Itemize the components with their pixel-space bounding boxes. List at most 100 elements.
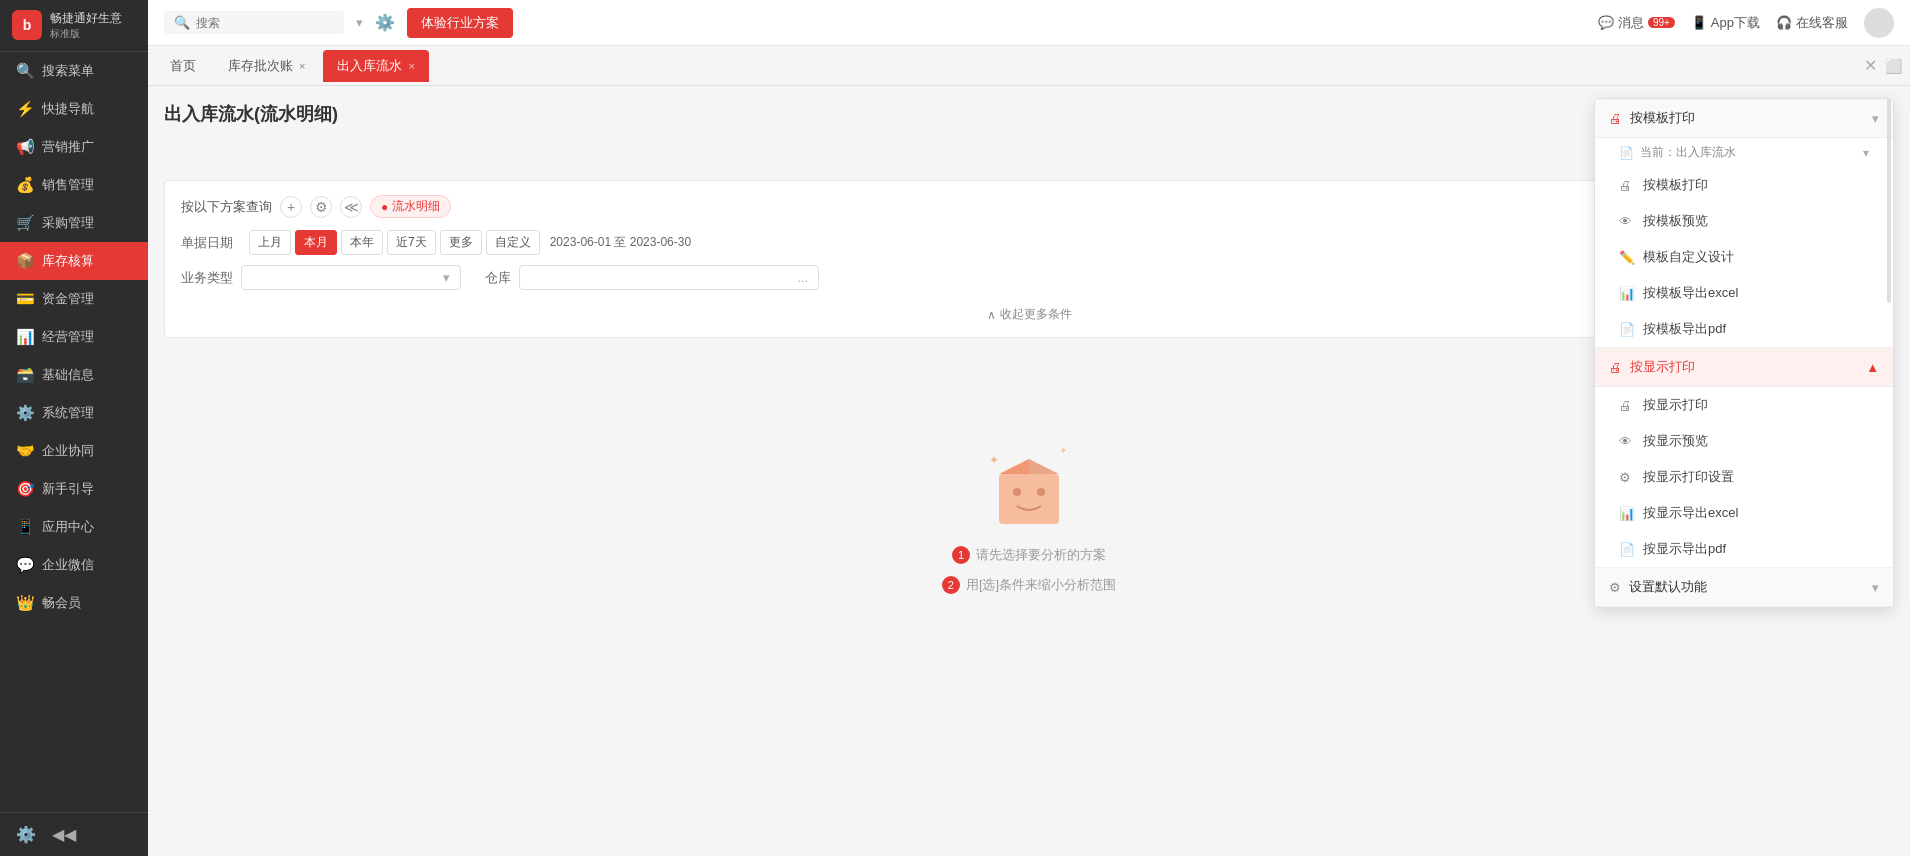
sidebar-item-label: 搜索菜单	[42, 62, 94, 80]
template-excel-item[interactable]: 📊 按模板导出excel	[1595, 275, 1893, 311]
template-print-item[interactable]: 🖨 按模板打印	[1595, 167, 1893, 203]
date-btn-7days[interactable]: 近7天	[387, 230, 436, 255]
footer-settings-icon[interactable]: ⚙️	[16, 825, 36, 844]
user-avatar[interactable]	[1864, 8, 1894, 38]
sidebar-item-base[interactable]: 🗃️ 基础信息	[0, 356, 148, 394]
template-print-section-header[interactable]: 🖨 按模板打印 ▾	[1595, 99, 1893, 138]
dropdown-scrollbar[interactable]	[1887, 99, 1891, 607]
display-preview-item[interactable]: 👁 按显示预览	[1595, 423, 1893, 459]
date-btn-last-month[interactable]: 上月	[249, 230, 291, 255]
online-service-btn[interactable]: 🎧 在线客服	[1776, 14, 1848, 32]
date-filter-label: 单据日期	[181, 234, 233, 252]
topbar-search-box[interactable]: 🔍	[164, 11, 344, 34]
display-print-chevron: ▲	[1866, 360, 1879, 375]
tab-inventory-batch[interactable]: 库存批次账 ×	[214, 50, 319, 82]
topbar-search-input[interactable]	[196, 16, 316, 30]
current-chevron: ▾	[1863, 146, 1869, 160]
set-default-section-header[interactable]: ⚙ 设置默认功能 ▾	[1595, 568, 1893, 607]
system-icon: ⚙️	[16, 404, 34, 422]
finance-icon: 💳	[16, 290, 34, 308]
tab-close-btn[interactable]: ✕	[1864, 56, 1877, 75]
main-area: 🔍 ▾ ⚙️ 体验行业方案 💬 消息 99+ 📱 App下载 🎧 在线客服	[148, 0, 1910, 856]
filter-collapse-btn[interactable]: ≪	[340, 196, 362, 218]
brand-info: 畅捷通好生意 标准版	[50, 10, 122, 41]
sidebar-item-operations[interactable]: 📊 经营管理	[0, 318, 148, 356]
template-custom-item[interactable]: ✏️ 模板自定义设计	[1595, 239, 1893, 275]
empty-icon: ✦ ✦	[979, 434, 1079, 534]
tab-inout-flow-close[interactable]: ×	[408, 60, 414, 72]
date-btn-this-month[interactable]: 本月	[295, 230, 337, 255]
sidebar-item-guide[interactable]: 🎯 新手引导	[0, 470, 148, 508]
tab-maximize-btn[interactable]: ⬜	[1885, 58, 1902, 74]
filter-tag[interactable]: ● 流水明细	[370, 195, 451, 218]
sidebar-item-label: 快捷导航	[42, 100, 94, 118]
display-settings-icon: ⚙	[1619, 470, 1635, 485]
sidebar-footer: ⚙️ ◀◀	[0, 812, 148, 856]
sidebar-item-label: 企业微信	[42, 556, 94, 574]
app-download-label: App下载	[1711, 14, 1760, 32]
pdf-item-icon: 📄	[1619, 322, 1635, 337]
wechat-icon: 💬	[16, 556, 34, 574]
preview-item-label: 按模板预览	[1643, 212, 1708, 230]
sidebar-item-quick-nav[interactable]: ⚡ 快捷导航	[0, 90, 148, 128]
app-download-btn[interactable]: 📱 App下载	[1691, 14, 1760, 32]
tab-inventory-batch-close[interactable]: ×	[299, 60, 305, 72]
tab-home[interactable]: 首页	[156, 50, 210, 82]
display-print-settings-item[interactable]: ⚙ 按显示打印设置	[1595, 459, 1893, 495]
sidebar-item-finance[interactable]: 💳 资金管理	[0, 280, 148, 318]
business-type-select[interactable]: ▾	[241, 265, 461, 290]
template-preview-item[interactable]: 👁 按模板预览	[1595, 203, 1893, 239]
filter-tag-icon: ●	[381, 200, 388, 214]
collapse-more-btn[interactable]: ∧ 收起更多条件	[987, 306, 1072, 323]
sidebar-item-enterprise[interactable]: 🤝 企业协同	[0, 432, 148, 470]
tab-inout-flow[interactable]: 出入库流水 ×	[323, 50, 428, 82]
sidebar-item-system[interactable]: ⚙️ 系统管理	[0, 394, 148, 432]
sidebar-item-wechat[interactable]: 💬 企业微信	[0, 546, 148, 584]
display-excel-icon: 📊	[1619, 506, 1635, 521]
message-btn[interactable]: 💬 消息 99+	[1598, 14, 1675, 32]
date-btn-custom[interactable]: 自定义	[486, 230, 540, 255]
template-pdf-item[interactable]: 📄 按模板导出pdf	[1595, 311, 1893, 347]
set-default-title: ⚙ 设置默认功能	[1609, 578, 1707, 596]
display-pdf-icon: 📄	[1619, 542, 1635, 557]
display-excel-item[interactable]: 📊 按显示导出excel	[1595, 495, 1893, 531]
sidebar-item-inventory[interactable]: 📦 库存核算	[0, 242, 148, 280]
set-default-chevron: ▾	[1872, 580, 1879, 595]
enterprise-icon: 🤝	[16, 442, 34, 460]
warehouse-label: 仓库	[485, 269, 511, 287]
footer-collapse-icon[interactable]: ◀◀	[52, 825, 76, 844]
date-btn-more[interactable]: 更多	[440, 230, 482, 255]
warehouse-more-btn[interactable]: ...	[797, 270, 808, 285]
display-pdf-label: 按显示导出pdf	[1643, 540, 1726, 558]
sidebar-item-marketing[interactable]: 📢 营销推广	[0, 128, 148, 166]
display-print-item[interactable]: 🖨 按显示打印	[1595, 387, 1893, 423]
filter-add-btn[interactable]: +	[280, 196, 302, 218]
sidebar-item-sales[interactable]: 💰 销售管理	[0, 166, 148, 204]
display-print-section-header[interactable]: 🖨 按显示打印 ▲	[1595, 348, 1893, 387]
appstore-icon: 📱	[16, 518, 34, 536]
guide-icon: 🎯	[16, 480, 34, 498]
sidebar-item-search-menu[interactable]: 🔍 搜索菜单	[0, 52, 148, 90]
display-pdf-item[interactable]: 📄 按显示导出pdf	[1595, 531, 1893, 567]
current-icon: 📄	[1619, 146, 1634, 160]
topbar-settings-icon[interactable]: ⚙️	[375, 13, 395, 32]
online-service-label: 在线客服	[1796, 14, 1848, 32]
date-btn-this-year[interactable]: 本年	[341, 230, 383, 255]
svg-marker-2	[1029, 459, 1059, 474]
phone-icon: 📱	[1691, 15, 1707, 30]
step-2-text: 用[选]条件来缩小分析范围	[966, 576, 1116, 594]
sidebar-item-purchase[interactable]: 🛒 采购管理	[0, 204, 148, 242]
svg-marker-1	[999, 459, 1029, 474]
date-filter-buttons: 上月 本月 本年 近7天 更多 自定义 2023-06-01 至 2023-06…	[249, 230, 691, 255]
sidebar-item-label: 应用中心	[42, 518, 94, 536]
print-item-icon: 🖨	[1619, 178, 1635, 193]
display-print-title: 🖨 按显示打印	[1609, 358, 1695, 376]
collapse-text: 收起更多条件	[1000, 306, 1072, 323]
filter-settings-btn[interactable]: ⚙	[310, 196, 332, 218]
sidebar-item-appstore[interactable]: 📱 应用中心	[0, 508, 148, 546]
sidebar-item-member[interactable]: 👑 畅会员	[0, 584, 148, 622]
step-1-num: 1	[952, 546, 970, 564]
warehouse-select[interactable]: ...	[519, 265, 819, 290]
sidebar-item-label: 营销推广	[42, 138, 94, 156]
industry-btn[interactable]: 体验行业方案	[407, 8, 513, 38]
